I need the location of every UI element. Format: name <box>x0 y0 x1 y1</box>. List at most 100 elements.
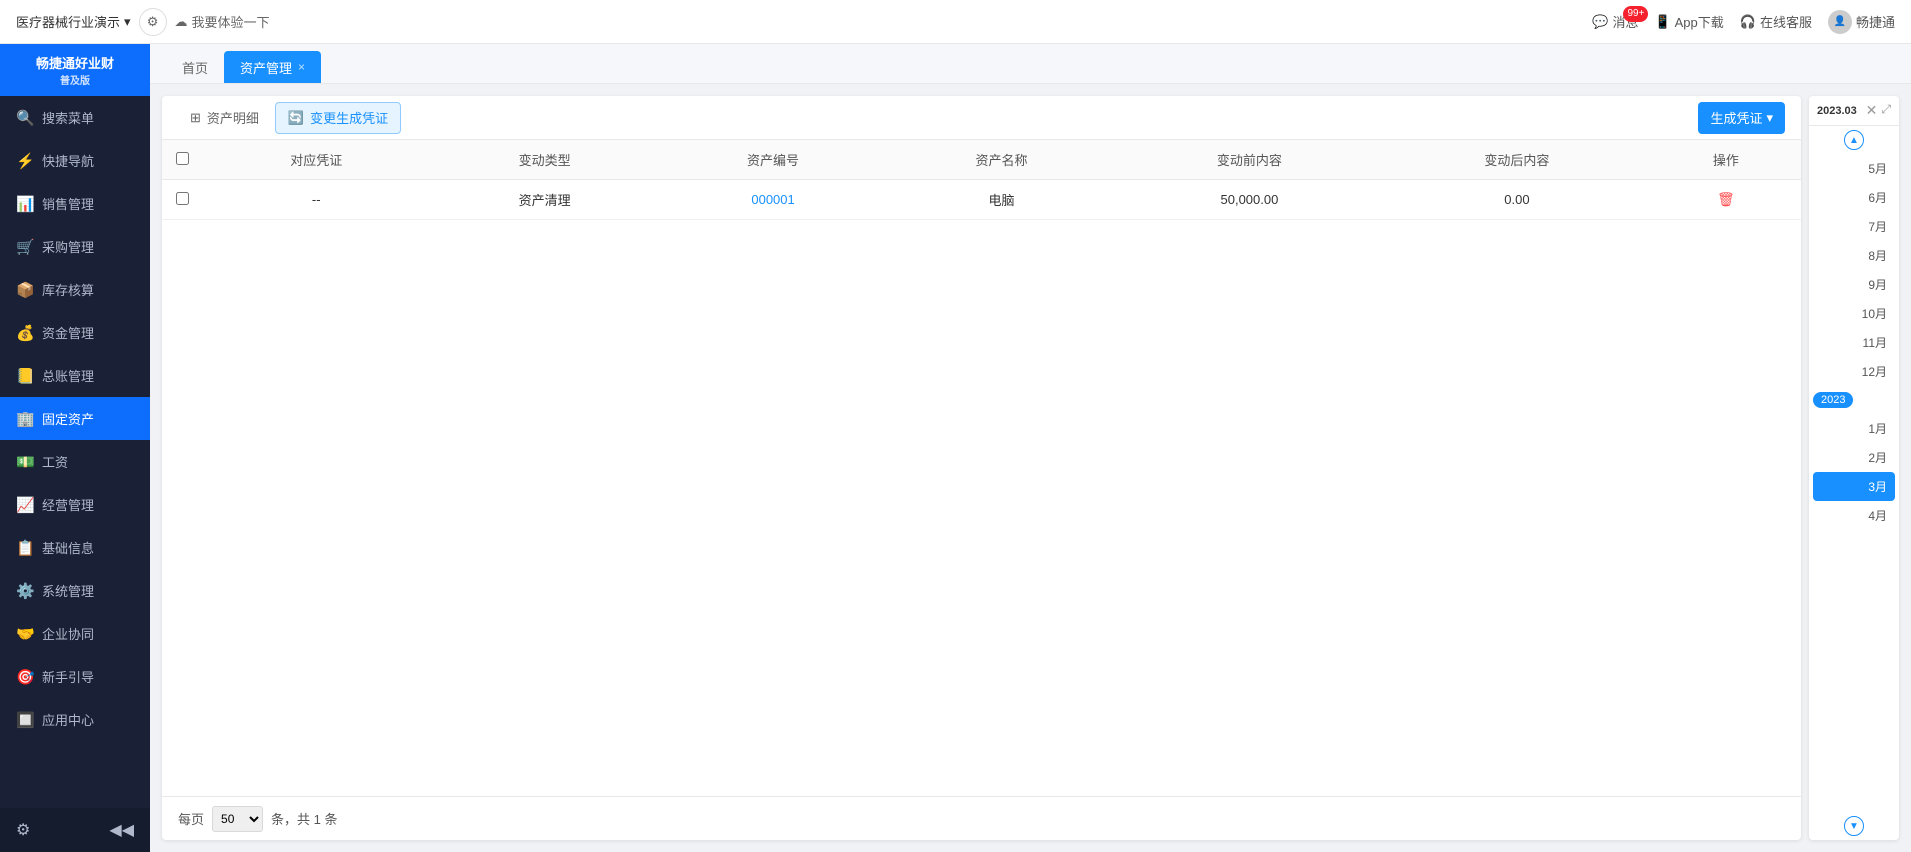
sidebar-item-enterprise[interactable]: 🤝 企业协同 <box>0 612 150 655</box>
sidebar-item-label: 固定资产 <box>42 409 94 428</box>
sub-tab-asset-detail[interactable]: ⊞ 资产明细 <box>178 102 271 134</box>
sidebar-item-guide[interactable]: 🎯 新手引导 <box>0 655 150 698</box>
row-change-type: 资产清理 <box>430 180 658 220</box>
right-panel-header: 2023.03 ✕ ⤢ <box>1809 96 1899 126</box>
app-download-action[interactable]: 📱 App下载 <box>1654 12 1723 31</box>
sidebar-item-system[interactable]: ⚙️ 系统管理 <box>0 569 150 612</box>
sidebar-item-label: 基础信息 <box>42 538 94 557</box>
generate-voucher-button[interactable]: 生成凭证 ▾ <box>1698 102 1785 134</box>
month-item-4[interactable]: 4月 <box>1809 501 1899 530</box>
table-header-after-content: 变动后内容 <box>1383 140 1650 180</box>
header-settings-button[interactable]: ⚙ <box>139 8 167 36</box>
asset-table: 对应凭证 变动类型 资产编号 资产名称 变动前内容 变动后内容 操作 <box>162 140 1801 220</box>
sidebar-item-label: 搜索菜单 <box>42 108 94 127</box>
building-icon: 🏢 <box>16 410 34 428</box>
tab-asset-mgmt[interactable]: 资产管理 × <box>224 51 321 83</box>
settings-bottom-icon[interactable]: ⚙ <box>16 820 30 840</box>
box-icon: 📦 <box>16 281 34 299</box>
tab-close-icon[interactable]: × <box>298 60 305 74</box>
table-header-asset-no: 资产编号 <box>659 140 887 180</box>
close-icon[interactable]: ✕ <box>1866 102 1878 119</box>
grid-icon: 🔲 <box>16 711 34 729</box>
month-item-9[interactable]: 9月 <box>1809 270 1899 299</box>
sidebar-item-label: 经营管理 <box>42 495 94 514</box>
sidebar-item-label: 快捷导航 <box>42 151 94 170</box>
delete-icon[interactable]: 🗑 <box>1717 191 1735 207</box>
generate-label: 生成凭证 <box>1710 108 1762 127</box>
row-asset-no: 000001 <box>659 180 887 220</box>
sidebar-item-label: 资金管理 <box>42 323 94 342</box>
gear-icon: ⚙ <box>147 14 159 30</box>
per-page-select[interactable]: 50 10 20 100 <box>212 806 263 832</box>
table-header-asset-name: 资产名称 <box>887 140 1115 180</box>
avatar: 👤 <box>1828 10 1852 34</box>
per-page-label: 每页 <box>178 809 204 828</box>
scroll-up-button[interactable]: ▲ <box>1809 126 1899 154</box>
salary-icon: 💵 <box>16 453 34 471</box>
sub-tab-change-voucher[interactable]: 🔄 变更生成凭证 <box>275 102 401 134</box>
row-before-content: 50,000.00 <box>1116 180 1383 220</box>
tab-home[interactable]: 首页 <box>166 51 224 83</box>
chart-icon: 📊 <box>16 195 34 213</box>
online-service-label: 在线客服 <box>1760 12 1812 31</box>
current-year-section: 2023 <box>1809 386 1899 414</box>
sidebar-item-payroll[interactable]: 💵 工资 <box>0 440 150 483</box>
chevron-down-icon: ▼ <box>1844 816 1864 836</box>
company-selector[interactable]: 医疗器械行业演示 ▾ <box>16 12 131 31</box>
sidebar-item-finance[interactable]: 💰 资金管理 <box>0 311 150 354</box>
user-icon: 👤 <box>1834 16 1846 27</box>
company-name: 医疗器械行业演示 <box>16 12 120 31</box>
sidebar-item-search[interactable]: 🔍 搜索菜单 <box>0 96 150 139</box>
sidebar-item-purchase[interactable]: 🛒 采购管理 <box>0 225 150 268</box>
sidebar-item-quick-nav[interactable]: ⚡ 快捷导航 <box>0 139 150 182</box>
month-item-8[interactable]: 8月 <box>1809 241 1899 270</box>
message-action[interactable]: 💬 消息 99+ <box>1592 12 1638 31</box>
sub-tab-asset-detail-label: 资产明细 <box>207 108 259 127</box>
month-item-1[interactable]: 1月 <box>1809 414 1899 443</box>
chevron-down-icon: ▾ <box>124 14 131 30</box>
tab-asset-mgmt-label: 资产管理 <box>240 58 292 77</box>
online-service-action[interactable]: 🎧 在线客服 <box>1740 12 1812 31</box>
sidebar-item-label: 库存核算 <box>42 280 94 299</box>
collapse-icon[interactable]: ◀◀ <box>109 820 134 840</box>
select-all-checkbox[interactable] <box>176 152 189 165</box>
sidebar-item-operation[interactable]: 📈 经营管理 <box>0 483 150 526</box>
pagination: 每页 50 10 20 100 条，共 1 条 <box>162 796 1801 840</box>
headset-icon: 🎧 <box>1740 14 1756 30</box>
sidebar-item-label: 销售管理 <box>42 194 94 213</box>
sub-tabs: ⊞ 资产明细 🔄 变更生成凭证 生成凭证 ▾ <box>162 96 1801 140</box>
main-layout: 畅捷通好业财 普及版 🔍 搜索菜单 ⚡ 快捷导航 📊 销售管理 🛒 采购管理 📦 <box>0 44 1911 852</box>
month-item-3-current[interactable]: 3月 <box>1813 472 1895 501</box>
month-item-12[interactable]: 12月 <box>1809 357 1899 386</box>
month-item-10[interactable]: 10月 <box>1809 299 1899 328</box>
month-item-6[interactable]: 6月 <box>1809 183 1899 212</box>
table-header-checkbox <box>162 140 202 180</box>
sidebar-item-basic-info[interactable]: 📋 基础信息 <box>0 526 150 569</box>
sidebar-item-label: 新手引导 <box>42 667 94 686</box>
sidebar-item-ledger[interactable]: 📒 总账管理 <box>0 354 150 397</box>
month-item-7[interactable]: 7月 <box>1809 212 1899 241</box>
sidebar-item-fixed-assets[interactable]: 🏢 固定资产 <box>0 397 150 440</box>
month-item-11[interactable]: 11月 <box>1809 328 1899 357</box>
table-header-before-content: 变动前内容 <box>1116 140 1383 180</box>
row-checkbox[interactable] <box>176 192 189 205</box>
header-right: 💬 消息 99+ 📱 App下载 🎧 在线客服 👤 畅捷通 <box>1592 10 1895 34</box>
experience-label: 我要体验一下 <box>192 12 270 31</box>
sidebar-item-sales[interactable]: 📊 销售管理 <box>0 182 150 225</box>
expand-icon[interactable]: ⤢ <box>1881 102 1891 119</box>
month-item-2[interactable]: 2月 <box>1809 443 1899 472</box>
header-left: 医疗器械行业演示 ▾ ⚙ ☁ 我要体验一下 <box>16 8 270 36</box>
month-item-5[interactable]: 5月 <box>1809 154 1899 183</box>
search-icon: 🔍 <box>16 109 34 127</box>
experience-button[interactable]: ☁ 我要体验一下 <box>175 12 270 31</box>
sidebar-item-inventory[interactable]: 📦 库存核算 <box>0 268 150 311</box>
current-period-label: 2023.03 <box>1817 105 1857 117</box>
logo-line1: 畅捷通好业财 <box>36 53 114 72</box>
sidebar-item-app-center[interactable]: 🔲 应用中心 <box>0 698 150 741</box>
user-action[interactable]: 👤 畅捷通 <box>1828 10 1895 34</box>
table-row: -- 资产清理 000001 电脑 50,000.00 0.00 🗑 <box>162 180 1801 220</box>
table-header-change-type: 变动类型 <box>430 140 658 180</box>
sidebar-item-label: 系统管理 <box>42 581 94 600</box>
scroll-down-button[interactable]: ▼ <box>1809 812 1899 840</box>
row-action-cell: 🗑 <box>1651 180 1801 220</box>
